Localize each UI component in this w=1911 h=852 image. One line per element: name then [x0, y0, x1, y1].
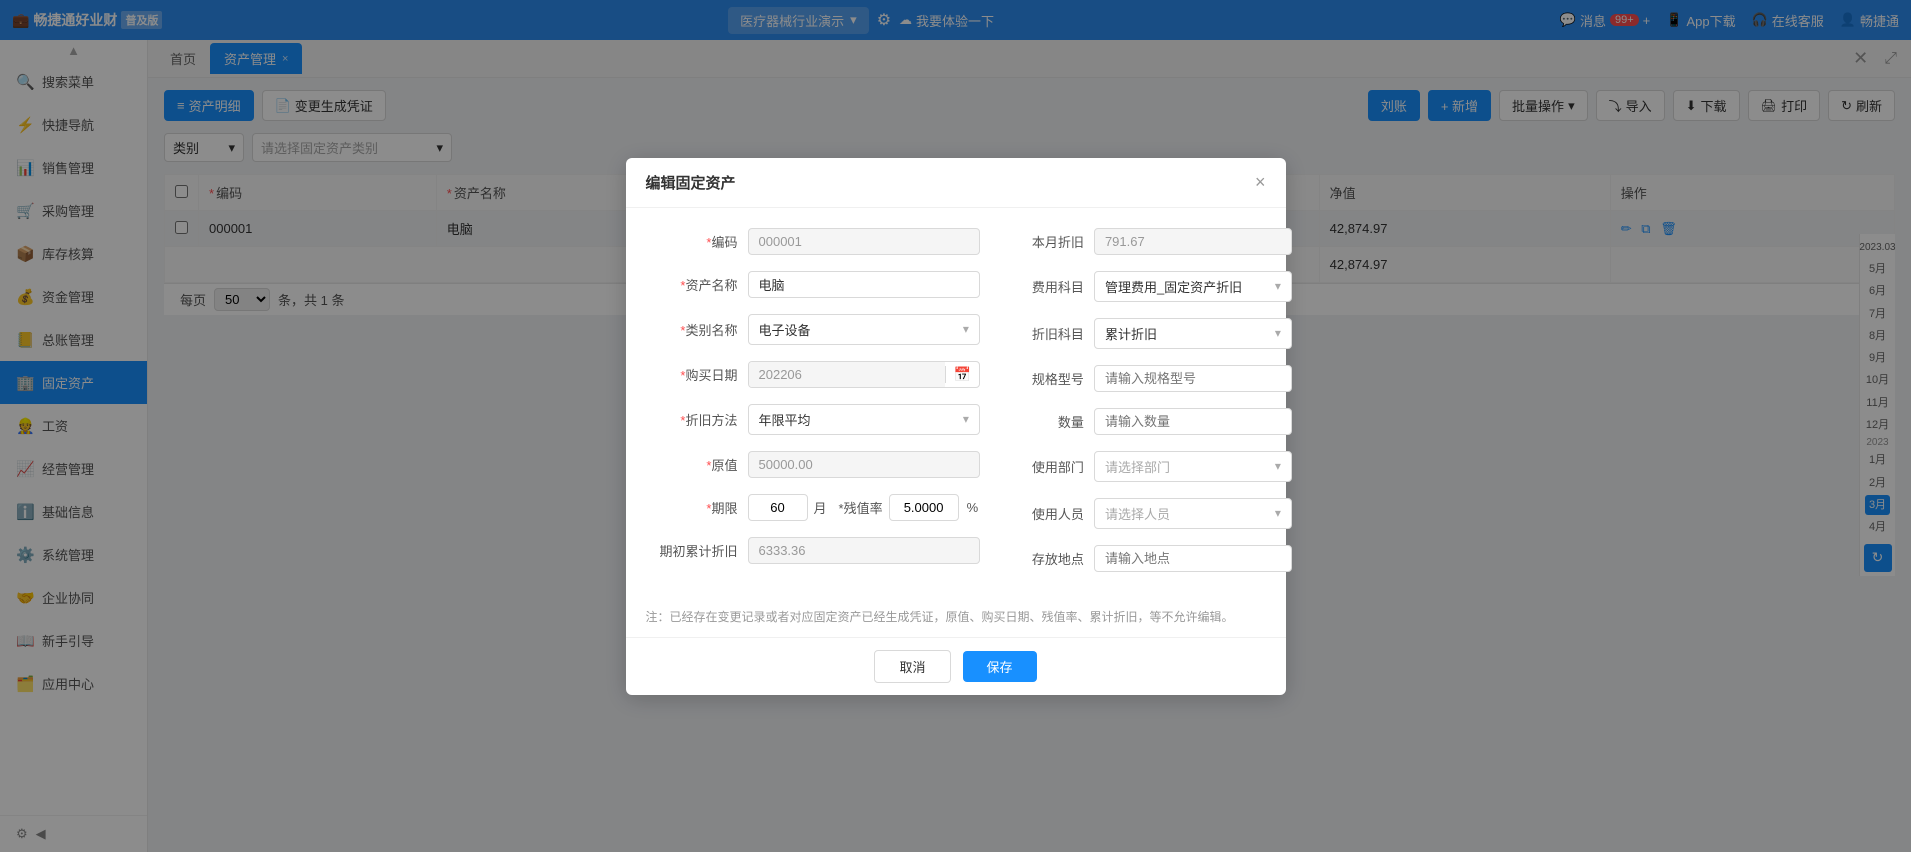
form-row-depreciation-method: *折旧方法 年限平均 ▾: [658, 404, 980, 435]
residual-rate-unit: %: [967, 500, 979, 515]
period-unit: 月: [814, 498, 827, 517]
form-row-dep-account: 折旧科目 累计折旧 ▾: [1004, 318, 1292, 349]
location-input[interactable]: [1094, 545, 1292, 572]
form-row-period: *期限 月 *残值率 %: [658, 494, 980, 521]
depreciation-method-select[interactable]: 年限平均 ▾: [748, 404, 980, 435]
location-label: 存放地点: [1004, 549, 1094, 568]
save-button[interactable]: 保存: [963, 651, 1037, 682]
period-label: *期限: [658, 498, 748, 517]
modal-footer: 取消 保存: [626, 637, 1286, 695]
depreciation-method-arrow: ▾: [963, 412, 969, 426]
form-row-asset-name: *资产名称: [658, 271, 980, 298]
form-row-quantity: 数量: [1004, 408, 1292, 435]
purchase-date-input[interactable]: [749, 362, 945, 387]
department-select[interactable]: 请选择部门 ▾: [1094, 451, 1292, 482]
modal-note: 注：已经存在变更记录或者对应固定资产已经生成凭证，原值、购买日期、残值率、累计折…: [626, 608, 1286, 637]
code-input[interactable]: [748, 228, 980, 255]
person-arrow: ▾: [1275, 506, 1281, 520]
modal-overlay: 编辑固定资产 × *编码 *资产名称: [0, 0, 1911, 852]
person-select[interactable]: 请选择人员 ▾: [1094, 498, 1292, 529]
form-row-expense-account: 费用科目 管理费用_固定资产折旧 ▾: [1004, 271, 1292, 302]
initial-depreciation-input[interactable]: [748, 537, 980, 564]
department-arrow: ▾: [1275, 459, 1281, 473]
quantity-input[interactable]: [1094, 408, 1292, 435]
form-row-code: *编码: [658, 228, 980, 255]
form-row-category: *类别名称 电子设备 ▾: [658, 314, 980, 345]
category-modal-value: 电子设备: [759, 320, 811, 339]
cancel-button[interactable]: 取消: [874, 650, 950, 683]
modal-title: 编辑固定资产: [646, 172, 736, 193]
dep-account-arrow: ▾: [1275, 326, 1281, 340]
form-row-initial-depreciation: 期初累计折旧: [658, 537, 980, 564]
expense-account-select[interactable]: 管理费用_固定资产折旧 ▾: [1094, 271, 1292, 302]
calendar-icon[interactable]: 📅: [945, 366, 979, 383]
code-label: *编码: [658, 232, 748, 251]
expense-account-arrow: ▾: [1275, 279, 1281, 293]
form-row-monthly-dep: 本月折旧: [1004, 228, 1292, 255]
modal-left-col: *编码 *资产名称 *类别名称 电子设备 ▾: [646, 228, 992, 588]
residual-rate-label: *残值率: [839, 498, 883, 517]
expense-account-label: 费用科目: [1004, 277, 1094, 296]
monthly-dep-input: [1094, 228, 1292, 255]
modal-body: *编码 *资产名称 *类别名称 电子设备 ▾: [626, 208, 1286, 608]
edit-asset-modal: 编辑固定资产 × *编码 *资产名称: [626, 158, 1286, 695]
category-modal-select[interactable]: 电子设备 ▾: [748, 314, 980, 345]
depreciation-method-value: 年限平均: [759, 410, 811, 429]
expense-account-value: 管理费用_固定资产折旧: [1105, 277, 1242, 296]
spec-label: 规格型号: [1004, 369, 1094, 388]
category-modal-arrow: ▾: [963, 322, 969, 336]
form-row-spec: 规格型号: [1004, 365, 1292, 392]
monthly-dep-label: 本月折旧: [1004, 232, 1094, 251]
quantity-label: 数量: [1004, 412, 1094, 431]
form-row-location: 存放地点: [1004, 545, 1292, 572]
dep-account-select[interactable]: 累计折旧 ▾: [1094, 318, 1292, 349]
department-label: 使用部门: [1004, 457, 1094, 476]
original-value-label: *原值: [658, 455, 748, 474]
asset-name-label: *资产名称: [658, 275, 748, 294]
original-value-input[interactable]: [748, 451, 980, 478]
modal-header: 编辑固定资产 ×: [626, 158, 1286, 208]
period-input[interactable]: [748, 494, 808, 521]
initial-depreciation-label: 期初累计折旧: [658, 541, 748, 560]
modal-note-text: 注：已经存在变更记录或者对应固定资产已经生成凭证，原值、购买日期、残值率、累计折…: [646, 610, 1234, 624]
modal-right-col: 本月折旧 费用科目 管理费用_固定资产折旧 ▾ 折旧科目: [992, 228, 1304, 588]
dep-account-value: 累计折旧: [1105, 324, 1157, 343]
spec-input[interactable]: [1094, 365, 1292, 392]
person-label: 使用人员: [1004, 504, 1094, 523]
form-row-original-value: *原值: [658, 451, 980, 478]
purchase-date-label: *购买日期: [658, 365, 748, 384]
form-row-purchase-date: *购买日期 📅: [658, 361, 980, 388]
residual-rate-input[interactable]: [889, 494, 959, 521]
person-placeholder: 请选择人员: [1105, 504, 1170, 523]
category-modal-label: *类别名称: [658, 320, 748, 339]
asset-name-input[interactable]: [748, 271, 980, 298]
dep-account-label: 折旧科目: [1004, 324, 1094, 343]
modal-close-btn[interactable]: ×: [1255, 172, 1266, 193]
department-placeholder: 请选择部门: [1105, 457, 1170, 476]
form-row-person: 使用人员 请选择人员 ▾: [1004, 498, 1292, 529]
form-row-department: 使用部门 请选择部门 ▾: [1004, 451, 1292, 482]
purchase-date-input-group: 📅: [748, 361, 980, 388]
period-row: 月 *残值率 %: [748, 494, 980, 521]
depreciation-method-label: *折旧方法: [658, 410, 748, 429]
